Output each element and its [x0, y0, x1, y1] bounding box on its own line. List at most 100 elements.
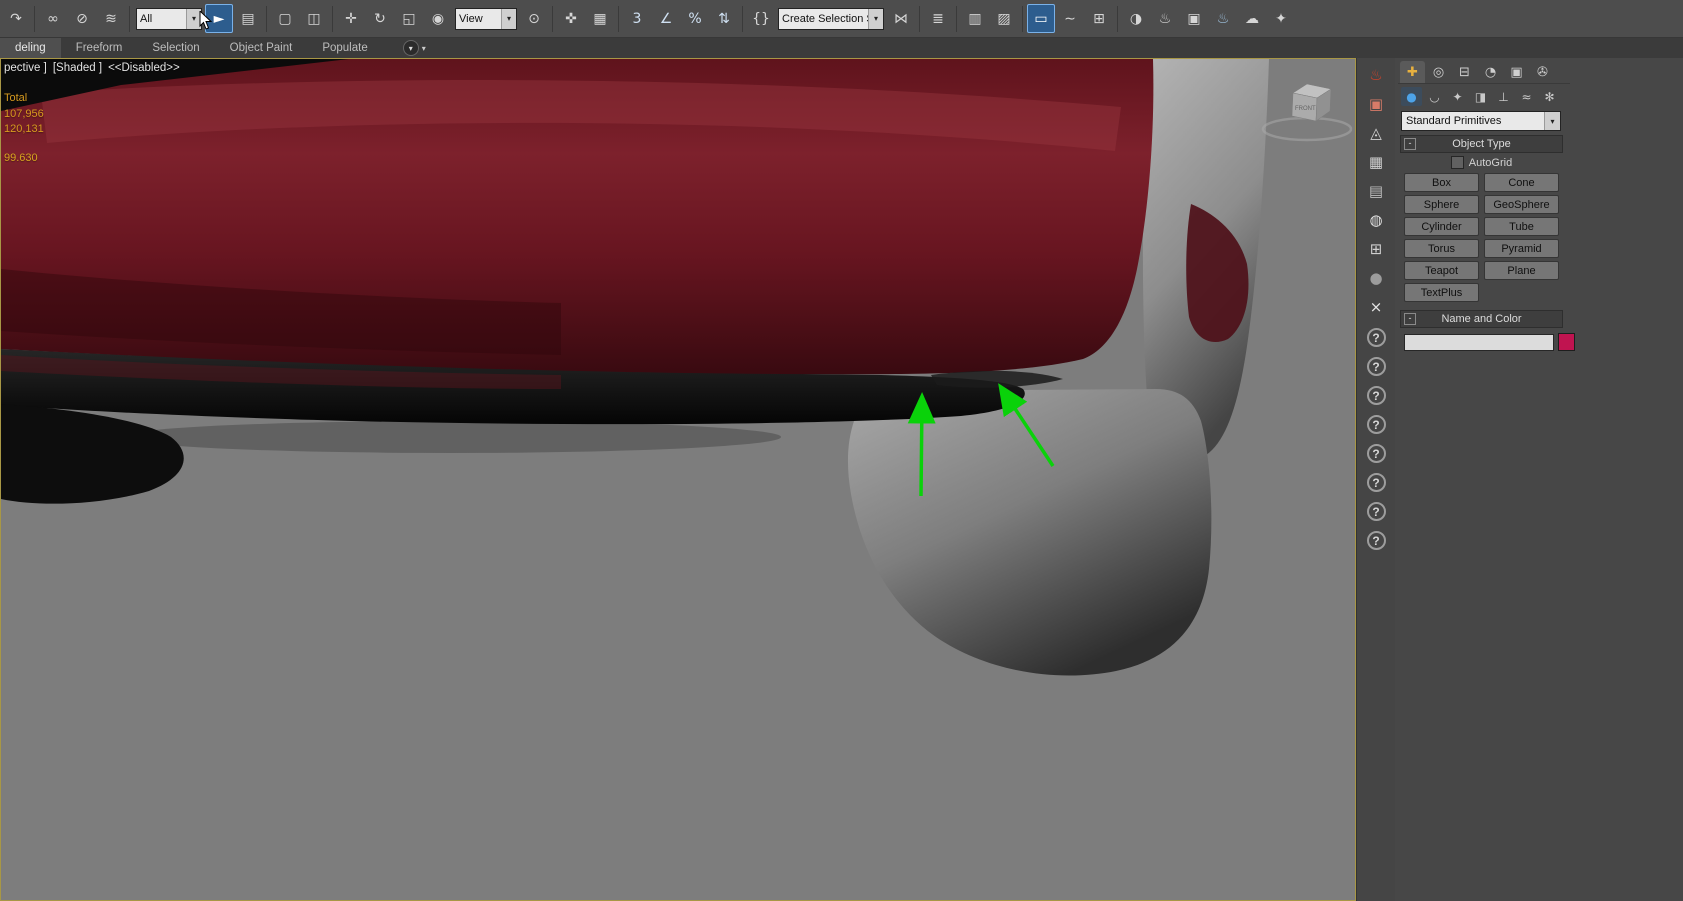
selection-filter-dropdown[interactable]: All ▾: [136, 7, 202, 30]
render-in-cloud-icon[interactable]: ☁: [1238, 4, 1266, 33]
named-selection-sets-dropdown[interactable]: Create Selection Se▾: [778, 7, 884, 30]
select-and-move-icon[interactable]: ✛: [337, 4, 365, 33]
viewport-label-view[interactable]: pective ]: [4, 62, 47, 74]
schematic-view-icon[interactable]: ⊞: [1085, 4, 1113, 33]
ribbon-tab-freeform[interactable]: Freeform: [61, 38, 138, 58]
rectangular-selection-region-icon[interactable]: ▢: [271, 4, 299, 33]
primitive-button-pyramid[interactable]: Pyramid: [1484, 239, 1559, 258]
name-color-rollout-header[interactable]: - Name and Color: [1400, 310, 1563, 328]
vray-render-teapot-icon[interactable]: ♨: [1363, 63, 1389, 87]
align-icon[interactable]: ≣: [924, 4, 952, 33]
panel-tab-modify[interactable]: ◎: [1426, 61, 1451, 83]
primitive-button-torus[interactable]: Torus: [1404, 239, 1479, 258]
close-toolbar-icon[interactable]: ×: [1363, 295, 1389, 319]
gizmo-tool-icon[interactable]: ◬: [1363, 121, 1389, 145]
ribbon-tab-deling[interactable]: deling: [0, 38, 61, 58]
primitives-dropdown[interactable]: Standard Primitives ▾: [1401, 111, 1561, 131]
unknown-script-button[interactable]: ?: [1366, 531, 1386, 550]
primitive-button-textplus[interactable]: TextPlus: [1404, 283, 1479, 302]
ribbon-tab-populate[interactable]: Populate: [307, 38, 382, 58]
category-space-warps[interactable]: ≈: [1516, 87, 1537, 106]
unknown-script-button[interactable]: ?: [1366, 444, 1386, 463]
rendered-frame-window-icon[interactable]: ▣: [1180, 4, 1208, 33]
bind-to-space-warp-icon[interactable]: ≋: [97, 4, 125, 33]
render-production-icon[interactable]: ♨: [1209, 4, 1237, 33]
curve-editor-icon[interactable]: ∼: [1056, 4, 1084, 33]
frame-buffer-icon[interactable]: ▣: [1363, 92, 1389, 116]
redo-icon[interactable]: ↷: [2, 4, 30, 33]
primitive-button-box[interactable]: Box: [1404, 173, 1479, 192]
use-pivot-point-center-icon[interactable]: ⊙: [520, 4, 548, 33]
select-and-rotate-icon[interactable]: ↻: [366, 4, 394, 33]
toggle-ribbon-icon[interactable]: ▭: [1027, 4, 1055, 33]
ribbon-config-button[interactable]: ▾: [402, 40, 419, 56]
select-and-link-icon[interactable]: ∞: [39, 4, 67, 33]
window-crossing-toggle-icon[interactable]: ◫: [300, 4, 328, 33]
panel-tab-create[interactable]: ✚: [1400, 61, 1425, 83]
toggle-scene-explorer-icon[interactable]: ▥: [961, 4, 989, 33]
select-and-uniform-scale-icon[interactable]: ◱: [395, 4, 423, 33]
edit-named-selection-sets-icon[interactable]: {}: [747, 4, 775, 33]
angle-snap-toggle-icon[interactable]: ∠: [652, 4, 680, 33]
unlink-selection-icon[interactable]: ⊘: [68, 4, 96, 33]
toolbar-separator: [332, 5, 333, 32]
layer-stack-icon[interactable]: ▤: [1363, 179, 1389, 203]
viewport-label[interactable]: pective ] [Shaded ] <<Disabled>>: [4, 62, 186, 74]
wire-sphere-icon[interactable]: ◍: [1363, 208, 1389, 232]
ribbon-tab-object-paint[interactable]: Object Paint: [215, 38, 308, 58]
checker-map-icon[interactable]: ▦: [1363, 150, 1389, 174]
collapse-icon[interactable]: -: [1404, 313, 1416, 325]
object-type-rollout-header[interactable]: - Object Type: [1400, 135, 1563, 153]
autogrid-checkbox[interactable]: [1450, 156, 1464, 169]
spinner-snap-toggle-icon[interactable]: ⇅: [710, 4, 738, 33]
primitive-button-geosphere[interactable]: GeoSphere: [1484, 195, 1559, 214]
primitive-button-tube[interactable]: Tube: [1484, 217, 1559, 236]
primitive-button-plane[interactable]: Plane: [1484, 261, 1559, 280]
select-and-place-icon[interactable]: ◉: [424, 4, 452, 33]
snap-toggle-3d-icon[interactable]: 3: [623, 4, 651, 33]
reference-coordinate-system-dropdown[interactable]: View ▾: [455, 7, 517, 30]
unknown-script-button[interactable]: ?: [1366, 357, 1386, 376]
render-setup-icon[interactable]: ♨: [1151, 4, 1179, 33]
category-helpers[interactable]: ⊥: [1493, 87, 1514, 106]
perspective-viewport[interactable]: FRONT pective ] [Shaded ] <<Disabled>> Tot…: [0, 58, 1356, 901]
unknown-script-button[interactable]: ?: [1366, 328, 1386, 347]
keyboard-shortcut-override-icon[interactable]: ▦: [586, 4, 614, 33]
panel-tab-display[interactable]: ▣: [1504, 61, 1529, 83]
viewport-canvas[interactable]: FRONT: [1, 59, 1355, 900]
viewport-label-disabled: <<Disabled>>: [108, 62, 180, 74]
primitive-button-teapot[interactable]: Teapot: [1404, 261, 1479, 280]
object-name-input[interactable]: [1404, 333, 1554, 351]
unknown-script-button[interactable]: ?: [1366, 473, 1386, 492]
select-by-name-icon[interactable]: ▤: [234, 4, 262, 33]
material-editor-icon[interactable]: ◑: [1122, 4, 1150, 33]
category-systems[interactable]: ✻: [1539, 87, 1560, 106]
category-shapes[interactable]: ◡: [1424, 87, 1445, 106]
sphere-tool-icon[interactable]: ●: [1363, 266, 1389, 290]
viewport-label-shading[interactable]: [Shaded ]: [53, 62, 102, 74]
lattice-icon[interactable]: ⊞: [1363, 237, 1389, 261]
unknown-script-button[interactable]: ?: [1366, 502, 1386, 521]
toolbar-separator: [956, 5, 957, 32]
category-geometry[interactable]: ●: [1401, 87, 1422, 106]
primitive-button-cone[interactable]: Cone: [1484, 173, 1559, 192]
panel-tab-utilities[interactable]: ✇: [1530, 61, 1555, 83]
ribbon-tab-selection[interactable]: Selection: [137, 38, 214, 58]
ribbon-expand-caret-icon[interactable]: ▾: [422, 44, 426, 53]
select-object-button[interactable]: ►: [205, 4, 233, 33]
panel-tab-motion[interactable]: ◔: [1478, 61, 1503, 83]
unknown-script-button[interactable]: ?: [1366, 415, 1386, 434]
open-a360-gallery-icon[interactable]: ✦: [1267, 4, 1295, 33]
object-color-swatch[interactable]: [1558, 333, 1575, 351]
category-cameras[interactable]: ◨: [1470, 87, 1491, 106]
primitive-button-cylinder[interactable]: Cylinder: [1404, 217, 1479, 236]
category-lights[interactable]: ✦: [1447, 87, 1468, 106]
mirror-icon[interactable]: ⋈: [887, 4, 915, 33]
collapse-icon[interactable]: -: [1404, 138, 1416, 150]
unknown-script-button[interactable]: ?: [1366, 386, 1386, 405]
primitive-button-sphere[interactable]: Sphere: [1404, 195, 1479, 214]
select-and-manipulate-icon[interactable]: ✜: [557, 4, 585, 33]
toggle-layer-explorer-icon[interactable]: ▨: [990, 4, 1018, 33]
panel-tab-hierarchy[interactable]: ⊟: [1452, 61, 1477, 83]
percent-snap-toggle-icon[interactable]: %: [681, 4, 709, 33]
